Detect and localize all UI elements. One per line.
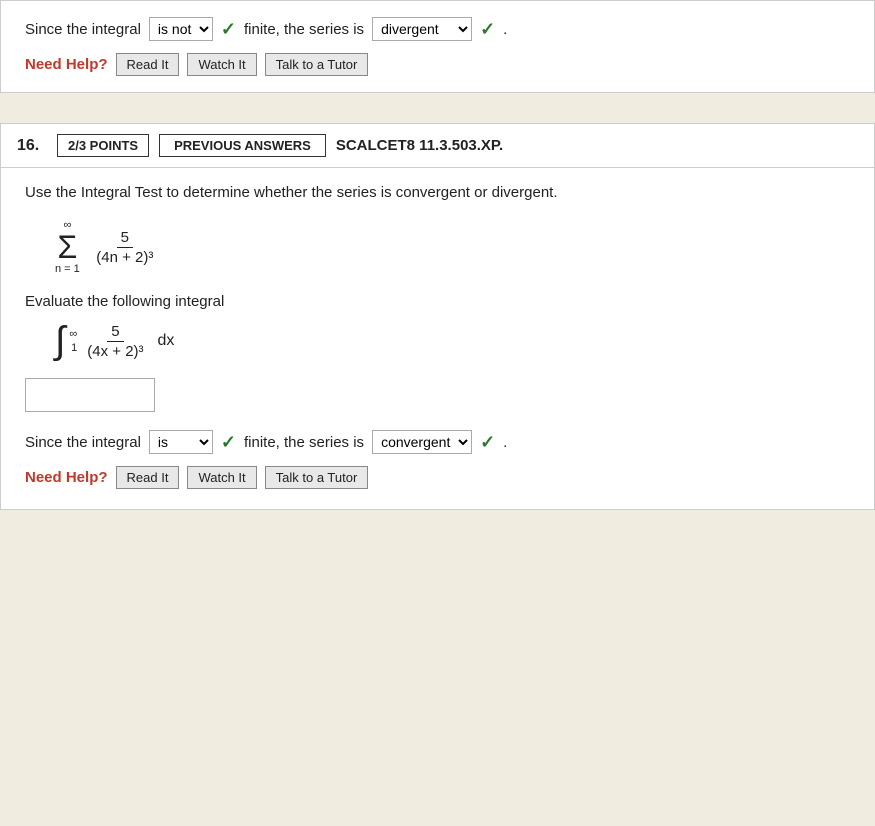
sum-bottom: n = 1: [55, 263, 80, 275]
talk-button-16[interactable]: Talk to a Tutor: [265, 466, 369, 489]
integral-limits: ∞ 1: [69, 327, 77, 356]
top-need-help-line: Need Help? Read It Watch It Talk to a Tu…: [25, 53, 850, 76]
top-need-help-label: Need Help?: [25, 56, 108, 73]
need-help-line-16: Need Help? Read It Watch It Talk to a Tu…: [25, 466, 850, 489]
read-it-button-16[interactable]: Read It: [116, 466, 180, 489]
top-dropdown1[interactable]: is not is: [149, 17, 213, 41]
series-denominator: (4n + 2)³: [92, 248, 157, 266]
since-dropdown2[interactable]: convergent divergent: [372, 430, 472, 454]
question-number: 16.: [17, 137, 41, 155]
spacer: [0, 93, 875, 123]
integral-fraction: 5 (4x + 2)³: [83, 323, 147, 360]
since-period: .: [503, 434, 507, 451]
top-check1: ✓: [221, 19, 236, 40]
since-finite-text: finite, the series is: [244, 434, 364, 451]
integral-denominator: (4x + 2)³: [83, 342, 147, 360]
question-header: 16. 2/3 POINTS PREVIOUS ANSWERS SCALCET8…: [1, 124, 874, 168]
top-since-text: Since the integral: [25, 21, 141, 38]
top-section: Since the integral is not is ✓ finite, t…: [0, 0, 875, 93]
integral-block: ∫ ∞ 1 5 (4x + 2)³ dx: [55, 322, 174, 360]
question-16-section: 16. 2/3 POINTS PREVIOUS ANSWERS SCALCET8…: [0, 123, 875, 510]
top-read-it-button[interactable]: Read It: [116, 53, 180, 76]
need-help-label-16: Need Help?: [25, 469, 108, 486]
since-text: Since the integral: [25, 434, 141, 451]
series-numerator: 5: [117, 229, 133, 248]
answer-input[interactable]: [25, 378, 155, 412]
top-check2: ✓: [480, 19, 495, 40]
page-wrapper: Since the integral is not is ✓ finite, t…: [0, 0, 875, 510]
since-line: Since the integral is is not ✓ finite, t…: [25, 430, 850, 454]
since-check1: ✓: [221, 432, 236, 453]
points-badge: 2/3 POINTS: [57, 134, 149, 157]
since-dropdown1[interactable]: is is not: [149, 430, 213, 454]
integral-sign: ∫: [55, 322, 65, 360]
question-text: Use the Integral Test to determine wheth…: [25, 184, 850, 201]
question-body: Use the Integral Test to determine wheth…: [1, 168, 874, 509]
integral-dx: dx: [158, 332, 175, 350]
top-integral-line: Since the integral is not is ✓ finite, t…: [25, 17, 850, 41]
integral-math: ∫ ∞ 1 5 (4x + 2)³ dx: [55, 322, 850, 360]
series-fraction: 5 (4n + 2)³: [92, 229, 157, 266]
evaluate-text: Evaluate the following integral: [25, 293, 850, 310]
since-check2: ✓: [480, 432, 495, 453]
integral-numerator: 5: [107, 323, 123, 342]
prev-answers-badge: PREVIOUS ANSWERS: [159, 134, 326, 157]
problem-id: SCALCET8 11.3.503.XP.: [336, 137, 503, 154]
integral-upper: ∞: [69, 327, 77, 341]
series-math: ∞ Σ n = 1 5 (4n + 2)³: [55, 219, 850, 275]
integral-lower: 1: [71, 341, 77, 355]
top-talk-button[interactable]: Talk to a Tutor: [265, 53, 369, 76]
sigma-symbol: Σ: [58, 231, 78, 263]
top-period: .: [503, 21, 507, 38]
top-watch-it-button[interactable]: Watch It: [187, 53, 256, 76]
top-finite-text: finite, the series is: [244, 21, 364, 38]
top-dropdown2[interactable]: divergent convergent: [372, 17, 472, 41]
sigma-notation: ∞ Σ n = 1: [55, 219, 80, 275]
watch-it-button-16[interactable]: Watch It: [187, 466, 256, 489]
